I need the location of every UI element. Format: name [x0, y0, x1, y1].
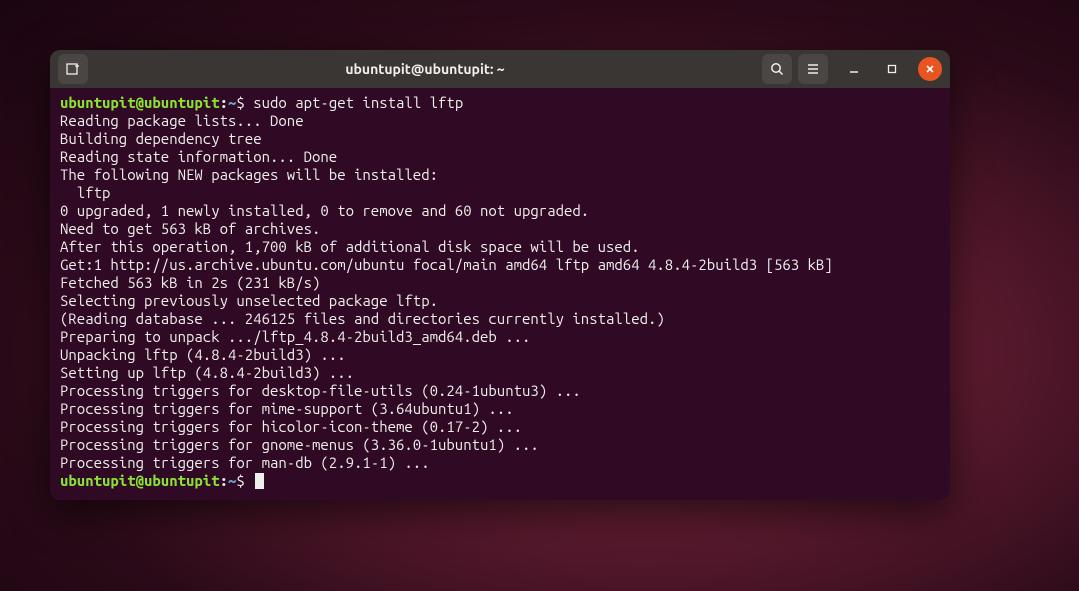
output-line: Building dependency tree — [60, 130, 940, 148]
output-line: (Reading database ... 246125 files and d… — [60, 310, 940, 328]
output-line: Processing triggers for desktop-file-uti… — [60, 382, 940, 400]
minimize-button[interactable] — [842, 57, 866, 81]
terminal-window: ubuntupit@ubuntupit: ~ — [50, 50, 950, 500]
hamburger-icon — [805, 61, 821, 77]
titlebar: ubuntupit@ubuntupit: ~ — [50, 50, 950, 88]
prompt-user: ubuntupit@ubuntupit — [60, 472, 220, 489]
terminal-body[interactable]: ubuntupit@ubuntupit:~$ sudo apt-get inst… — [50, 88, 950, 500]
output-line: Selecting previously unselected package … — [60, 292, 940, 310]
prompt-line-1: ubuntupit@ubuntupit:~$ sudo apt-get inst… — [60, 94, 940, 112]
output-line: Processing triggers for man-db (2.9.1-1)… — [60, 454, 940, 472]
output-line: The following NEW packages will be insta… — [60, 166, 940, 184]
output-line: Get:1 http://us.archive.ubuntu.com/ubunt… — [60, 256, 940, 274]
search-button[interactable] — [762, 54, 792, 84]
prompt-dollar: $ — [236, 94, 244, 111]
minimize-icon — [848, 63, 860, 75]
command-text: sudo apt-get install lftp — [253, 94, 463, 111]
menu-button[interactable] — [798, 54, 828, 84]
output-line: Reading state information... Done — [60, 148, 940, 166]
search-icon — [769, 61, 785, 77]
new-tab-button[interactable] — [58, 54, 88, 84]
prompt-line-2: ubuntupit@ubuntupit:~$ — [60, 472, 940, 490]
output-line: Processing triggers for hicolor-icon-the… — [60, 418, 940, 436]
output-line: After this operation, 1,700 kB of additi… — [60, 238, 940, 256]
prompt-user: ubuntupit@ubuntupit — [60, 94, 220, 111]
output-line: Need to get 563 kB of archives. — [60, 220, 940, 238]
close-icon — [924, 63, 936, 75]
output-line: Processing triggers for mime-support (3.… — [60, 400, 940, 418]
titlebar-right — [762, 54, 942, 84]
output-line: Fetched 563 kB in 2s (231 kB/s) — [60, 274, 940, 292]
prompt-colon: : — [220, 472, 228, 489]
window-title: ubuntupit@ubuntupit: ~ — [88, 61, 762, 77]
titlebar-left — [58, 54, 88, 84]
output-line: 0 upgraded, 1 newly installed, 0 to remo… — [60, 202, 940, 220]
output-line: lftp — [60, 184, 940, 202]
close-button[interactable] — [918, 57, 942, 81]
prompt-colon: : — [220, 94, 228, 111]
output-line: Reading package lists... Done — [60, 112, 940, 130]
maximize-button[interactable] — [880, 57, 904, 81]
output-line: Unpacking lftp (4.8.4-2build3) ... — [60, 346, 940, 364]
cursor — [255, 473, 264, 489]
output-line: Processing triggers for gnome-menus (3.3… — [60, 436, 940, 454]
output-line: Preparing to unpack .../lftp_4.8.4-2buil… — [60, 328, 940, 346]
output-line: Setting up lftp (4.8.4-2build3) ... — [60, 364, 940, 382]
prompt-dollar: $ — [236, 472, 244, 489]
maximize-icon — [886, 63, 898, 75]
